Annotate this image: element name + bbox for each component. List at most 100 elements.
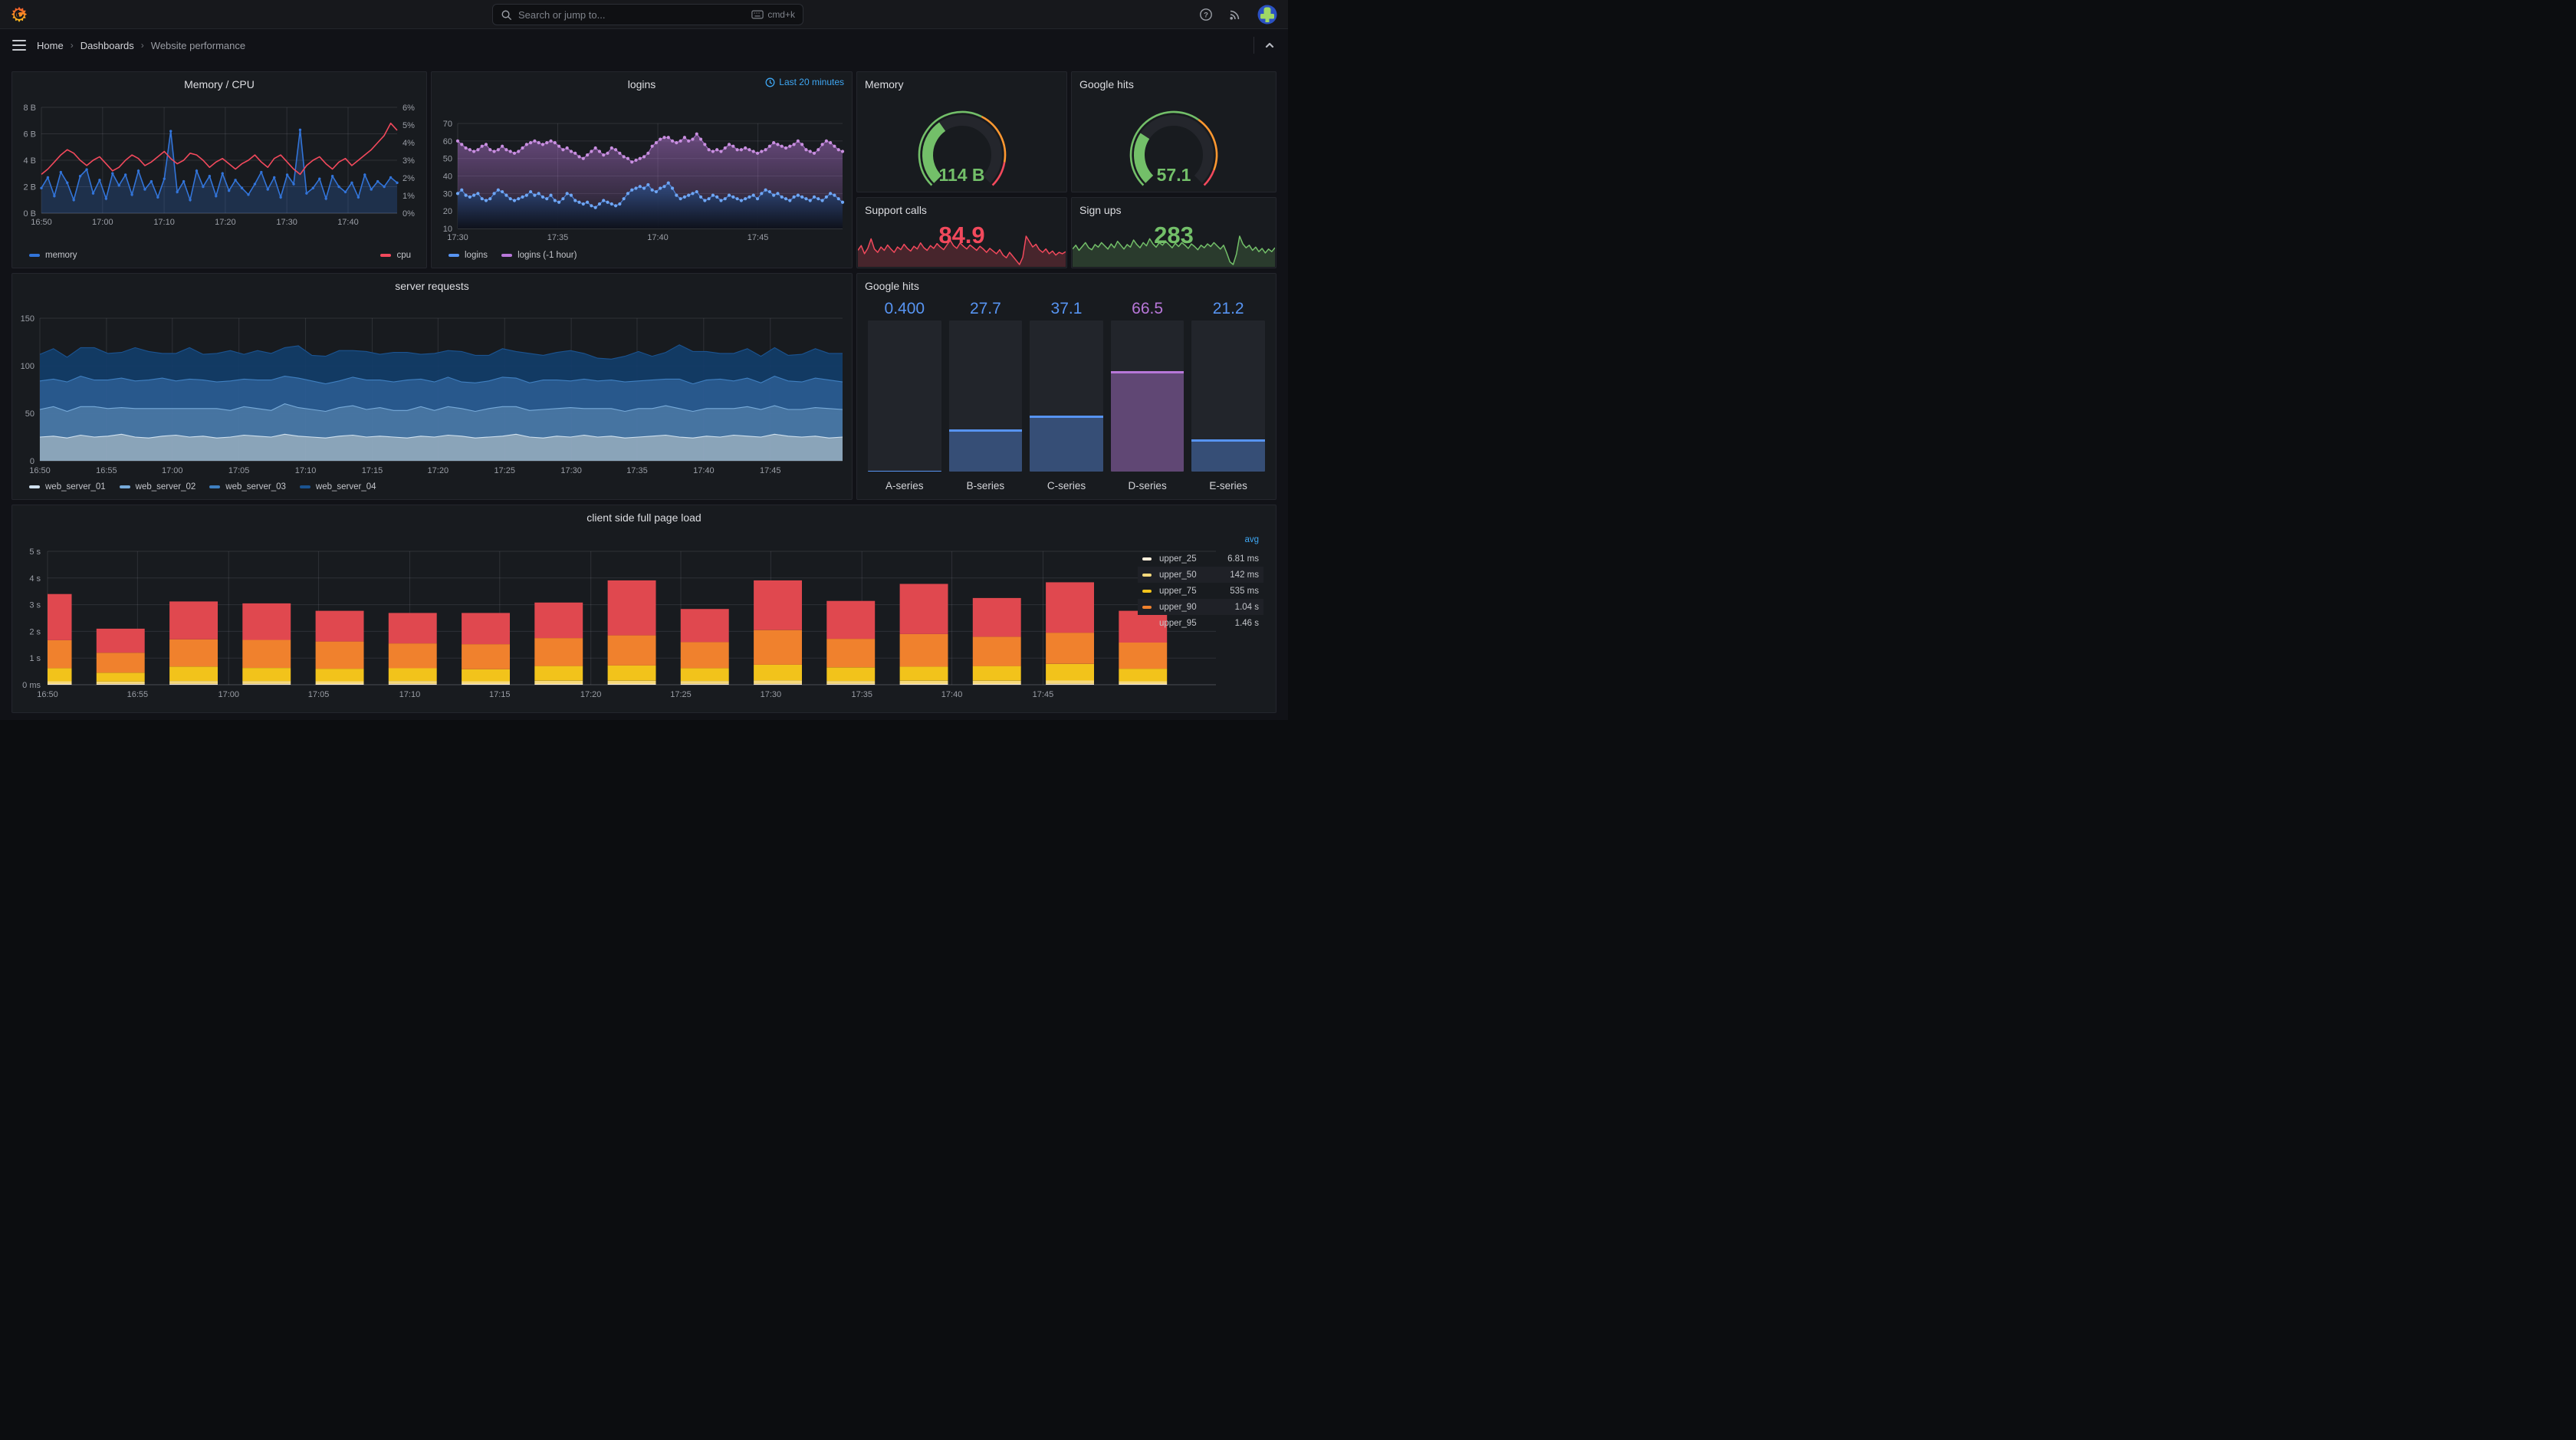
legend-item-web-server-02[interactable]: web_server_02: [119, 482, 196, 492]
bar-gauge-value: 0.400: [884, 300, 925, 317]
legend-item-memory[interactable]: memory: [29, 251, 77, 260]
legend-pill: [1142, 557, 1152, 561]
legend-item-upper_90[interactable]: upper_90 1.04 s: [1138, 599, 1263, 615]
axis-tick: 17:20: [580, 690, 602, 699]
news-rss-icon[interactable]: [1228, 8, 1242, 21]
legend-pill: [209, 485, 221, 488]
axis-tick: 70: [443, 120, 452, 129]
axis-tick: 40: [443, 173, 452, 182]
search-input[interactable]: Search or jump to... cmd+k: [492, 4, 803, 25]
legend-label: cpu: [396, 251, 411, 260]
panel-title[interactable]: server requests: [12, 274, 852, 296]
legend-pill: [1142, 589, 1152, 593]
axis-tick: 17:10: [399, 690, 421, 699]
bar-gauge-value: 37.1: [1050, 300, 1083, 317]
panel-title[interactable]: client side full page load: [12, 505, 1276, 528]
legend-pill: [380, 254, 392, 257]
axis-tick: 0 B: [23, 209, 36, 219]
panel-title[interactable]: Memory: [857, 72, 1066, 94]
legend-label: web_server_02: [135, 482, 196, 492]
bar-gauge-column-e-series: 21.2 E-series: [1191, 298, 1265, 492]
bar-gauge: 0.400 A-series 27.7 B-series 37.1 C-series 66.…: [857, 296, 1276, 499]
panel-title[interactable]: Memory / CPU: [12, 72, 426, 94]
help-icon[interactable]: ?: [1199, 8, 1213, 21]
legend-item-upper_50[interactable]: upper_50 142 ms: [1138, 567, 1263, 583]
axis-tick: 17:40: [647, 233, 669, 242]
panel-title[interactable]: Sign ups: [1072, 198, 1276, 220]
page-load-legend: avg upper_25 6.81 ms upper_50 142 ms upper_75…: [1138, 534, 1263, 631]
legend-item-web-server-01[interactable]: web_server_01: [29, 482, 106, 492]
axis-tick: 17:45: [1033, 690, 1054, 699]
keyboard-icon: [751, 10, 764, 19]
page-load-chart: 5 s 4 s 3 s 2 s 1 s 0 ms16:50 16:55 17:00 17:05 1…: [22, 547, 1216, 699]
bar-gauge-value: 21.2: [1212, 300, 1244, 317]
axis-tick: 50: [25, 409, 34, 419]
breadcrumb-home[interactable]: Home: [37, 40, 64, 51]
bar-gauge-value: 27.7: [969, 300, 1001, 317]
bar-gauge-track: [1191, 321, 1265, 472]
axis-tick: 17:40: [337, 218, 359, 227]
axis-tick: 0 ms: [22, 681, 41, 690]
legend-pill: [119, 485, 130, 488]
axis-tick: 17:30: [447, 233, 468, 242]
legend-header-avg[interactable]: avg: [1244, 535, 1259, 549]
axis-tick: 2 B: [23, 183, 36, 192]
legend-label: web_server_03: [225, 482, 286, 492]
axis-tick: 17:40: [941, 690, 963, 699]
legend-label: web_server_01: [45, 482, 106, 492]
legend-item-upper_25[interactable]: upper_25 6.81 ms: [1138, 551, 1263, 567]
legend-pill: [1142, 621, 1152, 625]
axis-tick: 17:00: [218, 690, 239, 699]
breadcrumb-bar: Home › Dashboards › Website performance: [0, 29, 1288, 61]
logins-chart: 7060504030201017:30 17:35 17:40 17:45: [443, 120, 845, 242]
axis-tick: 17:30: [761, 690, 782, 699]
legend-label: upper_90: [1159, 602, 1197, 612]
axis-tick: 2 s: [29, 627, 41, 636]
bar-gauge-category: A-series: [886, 480, 924, 492]
panel-memory-cpu: Memory / CPU 16:50 17:00 17:10 17:20 17:30 17…: [12, 71, 427, 268]
legend-item-web-server-04[interactable]: web_server_04: [299, 482, 376, 492]
axis-tick: 17:10: [295, 466, 317, 475]
axis-tick: 50: [443, 155, 452, 164]
axis-tick: 6%: [402, 104, 415, 113]
legend-pill: [449, 254, 459, 257]
panel-title[interactable]: Google hits: [1072, 72, 1276, 94]
legend-item-web-server-03[interactable]: web_server_03: [209, 482, 286, 492]
top-nav-icons: ?: [1199, 5, 1277, 25]
legend-pill: [1142, 573, 1152, 577]
legend-item-cpu[interactable]: cpu: [380, 251, 411, 260]
panel-title[interactable]: Support calls: [857, 198, 1066, 220]
legend: web_server_01 web_server_02 web_server_03 w…: [12, 479, 852, 499]
legend-item-upper_95[interactable]: upper_95 1.46 s: [1138, 615, 1263, 631]
panel-title[interactable]: Google hits: [857, 274, 1276, 296]
axis-tick: 17:10: [153, 218, 175, 227]
panel-time-override[interactable]: Last 20 minutes: [765, 77, 844, 87]
bar-gauge-category: D-series: [1128, 480, 1167, 492]
bar-gauge-fill: [1110, 371, 1184, 472]
panel-logins: Last 20 minutes logins 70 60 50 40 30 20 10 17:…: [431, 71, 853, 268]
legend-item-logins-1-hour-[interactable]: logins (-1 hour): [501, 251, 577, 260]
axis-tick: 17:40: [693, 466, 715, 475]
top-nav: Search or jump to... cmd+k ?: [0, 0, 1288, 29]
breadcrumb-dashboards[interactable]: Dashboards: [80, 40, 134, 51]
legend-item-upper_75[interactable]: upper_75 535 ms: [1138, 583, 1263, 599]
bar-gauge-fill: [868, 470, 941, 472]
axis-tick: 16:55: [127, 690, 149, 699]
user-avatar[interactable]: [1257, 5, 1277, 25]
bar-gauge-column-b-series: 27.7 B-series: [948, 298, 1023, 492]
grafana-logo[interactable]: [11, 6, 28, 23]
panel-gauge-google-hits: Google hits 57.1: [1071, 71, 1276, 192]
panel-server-requests: server requests 150 100 50 0 16:50 16:55 17:00…: [12, 273, 853, 500]
breadcrumb-current-page: Website performance: [150, 39, 246, 51]
axis-tick: 17:00: [92, 218, 113, 227]
axis-tick: 1 s: [29, 654, 41, 663]
bar-gauge-column-a-series: 0.400 A-series: [868, 298, 941, 492]
menu-hamburger-icon[interactable]: [12, 40, 26, 51]
axis-tick: 0%: [402, 209, 415, 219]
chevron-up-icon[interactable]: [1263, 39, 1276, 51]
bar-gauge-track: [1030, 321, 1103, 472]
legend-item-logins[interactable]: logins: [449, 251, 488, 260]
axis-tick: 16:50: [37, 690, 58, 699]
gauge-value: 57.1: [1156, 165, 1191, 185]
axis-tick: 16:50: [31, 218, 52, 227]
